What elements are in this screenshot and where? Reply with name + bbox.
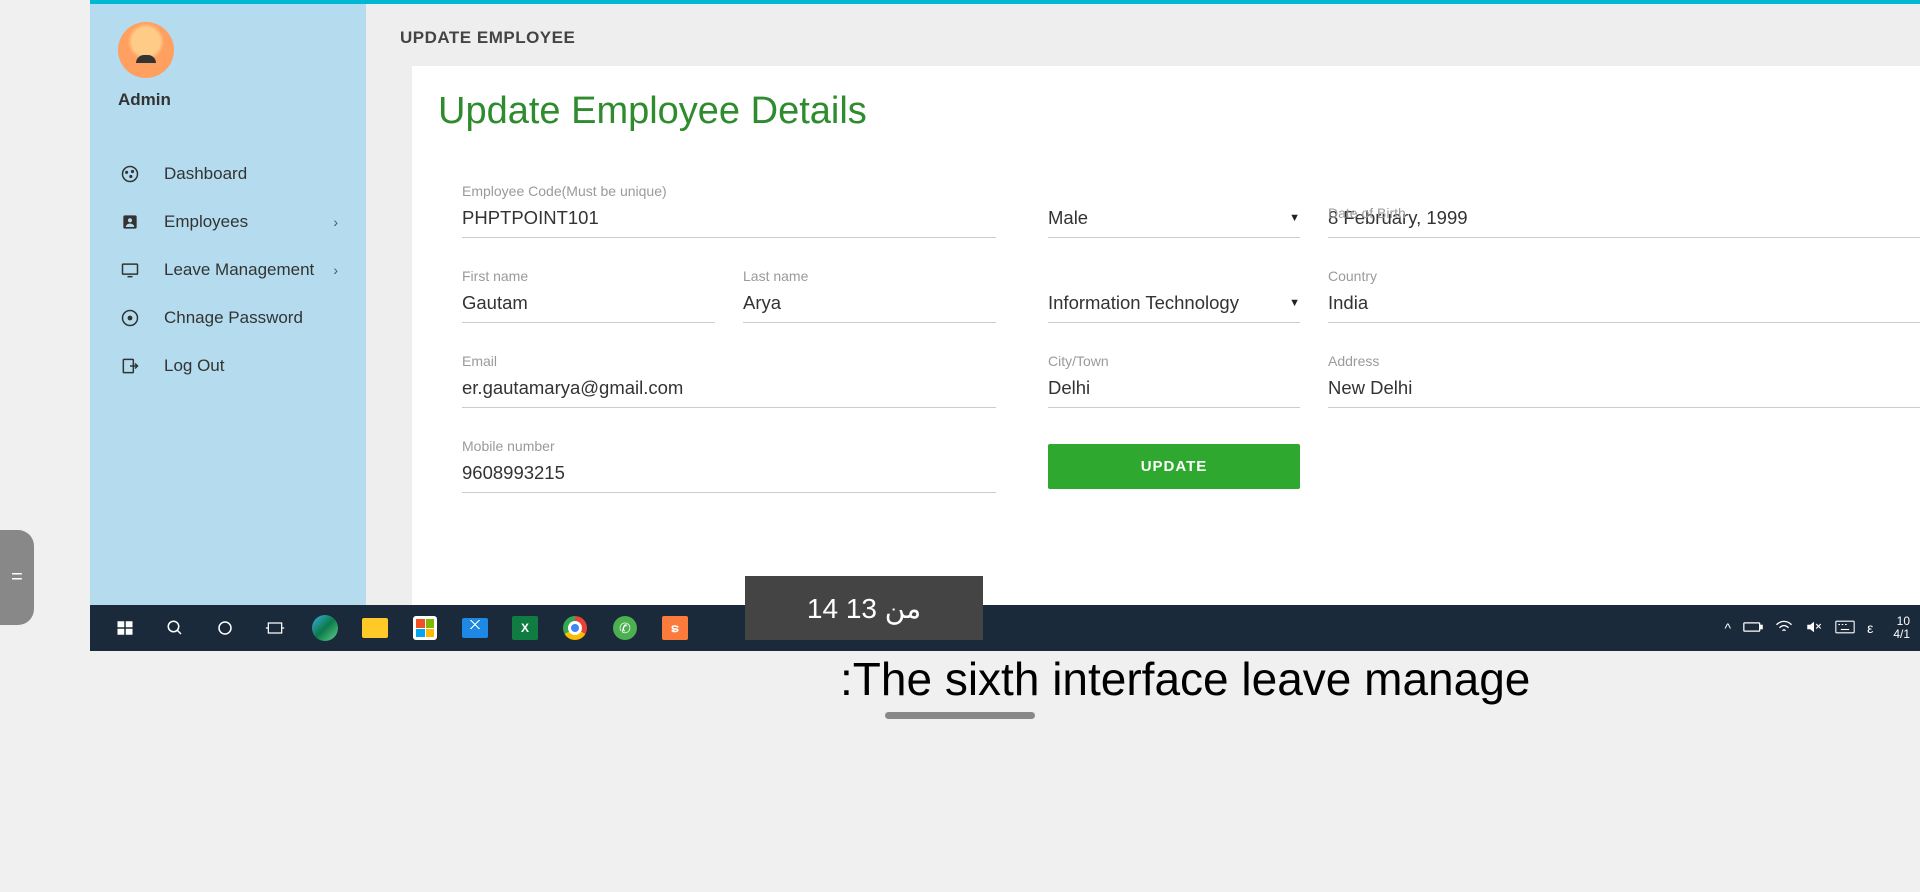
- first-name-label: First name: [462, 268, 715, 284]
- dob-input[interactable]: Date of Birth 8 February, 1999: [1328, 203, 1920, 238]
- city-label: City/Town: [1048, 353, 1300, 369]
- tray-chevron-icon[interactable]: ^: [1724, 620, 1731, 636]
- sidebar-item-employees[interactable]: Employees ›: [90, 198, 366, 246]
- microsoft-store-icon[interactable]: [400, 605, 450, 651]
- sidebar-item-leave-management[interactable]: Leave Management ›: [90, 246, 366, 294]
- sidebar-item-label: Chnage Password: [164, 308, 303, 328]
- form-card: Update Employee Details Employee Code(Mu…: [412, 66, 1920, 605]
- sidebar-item-dashboard[interactable]: Dashboard: [90, 150, 366, 198]
- last-name-input[interactable]: Arya: [743, 288, 996, 323]
- dropdown-arrow-icon: ▼: [1289, 212, 1300, 224]
- sidebar: Admin Dashboard Employees › Leave Manage…: [90, 4, 366, 605]
- update-button[interactable]: UPDATE: [1048, 444, 1300, 489]
- battery-icon[interactable]: [1743, 620, 1763, 636]
- sidebar-item-label: Employees: [164, 212, 248, 232]
- sidebar-item-label: Leave Management: [164, 260, 314, 280]
- chevron-right-icon: ›: [333, 262, 338, 278]
- language-indicator[interactable]: ε: [1867, 620, 1873, 636]
- side-handle[interactable]: =: [0, 530, 34, 625]
- sidebar-item-logout[interactable]: Log Out: [90, 342, 366, 390]
- gender-label: [1048, 183, 1300, 199]
- taskbar-clock[interactable]: 10 4/1: [1885, 615, 1910, 641]
- drag-handle[interactable]: [885, 712, 1035, 719]
- chevron-right-icon: ›: [333, 214, 338, 230]
- sidebar-item-change-password[interactable]: Chnage Password: [90, 294, 366, 342]
- xampp-icon[interactable]: ຣ: [650, 605, 700, 651]
- sidebar-item-label: Dashboard: [164, 164, 247, 184]
- bottom-scroll-handle: [0, 700, 1920, 730]
- sidebar-item-label: Log Out: [164, 356, 225, 376]
- avatar: [118, 22, 174, 78]
- start-button[interactable]: [100, 605, 150, 651]
- mobile-label: Mobile number: [462, 438, 996, 454]
- edge-icon[interactable]: [300, 605, 350, 651]
- emp-code-label: Employee Code(Must be unique): [462, 183, 996, 199]
- file-explorer-icon[interactable]: [350, 605, 400, 651]
- slide-caption: :The sixth interface leave manage: [840, 652, 1530, 706]
- app-window: Admin Dashboard Employees › Leave Manage…: [90, 0, 1920, 605]
- email-label: Email: [462, 353, 996, 369]
- logout-icon: [118, 354, 142, 378]
- email-input[interactable]: er.gautamarya@gmail.com: [462, 373, 996, 408]
- address-label: Address: [1328, 353, 1920, 369]
- keyboard-icon[interactable]: [1835, 620, 1855, 637]
- page-title: Update Employee Details: [438, 90, 1920, 133]
- address-input[interactable]: New Delhi: [1328, 373, 1920, 408]
- last-name-label: Last name: [743, 268, 996, 284]
- search-icon[interactable]: [150, 605, 200, 651]
- department-label: [1048, 268, 1300, 284]
- excel-icon[interactable]: X: [500, 605, 550, 651]
- country-input[interactable]: India: [1328, 288, 1920, 323]
- main-content: UPDATE EMPLOYEE Update Employee Details …: [366, 4, 1920, 605]
- page-counter-overlay: 14 من 13: [745, 576, 983, 640]
- monitor-icon: [118, 258, 142, 282]
- whatsapp-icon[interactable]: ✆: [600, 605, 650, 651]
- user-role-label: Admin: [118, 90, 366, 110]
- volume-muted-icon[interactable]: [1805, 619, 1823, 638]
- first-name-input[interactable]: Gautam: [462, 288, 715, 323]
- dob-label: [1328, 183, 1920, 199]
- dropdown-arrow-icon: ▼: [1289, 297, 1300, 309]
- person-icon: [118, 210, 142, 234]
- gender-select[interactable]: Male▼: [1048, 203, 1300, 238]
- chrome-icon[interactable]: [550, 605, 600, 651]
- windows-taskbar: X ✆ ຣ ^ ε 10 4/1: [90, 605, 1920, 651]
- city-input[interactable]: Delhi: [1048, 373, 1300, 408]
- breadcrumb: UPDATE EMPLOYEE: [366, 4, 1920, 66]
- emp-code-input[interactable]: PHPTPOINT101: [462, 203, 996, 238]
- mobile-input[interactable]: 9608993215: [462, 458, 996, 493]
- cortana-icon[interactable]: [200, 605, 250, 651]
- department-select[interactable]: Information Technology▼: [1048, 288, 1300, 323]
- task-view-icon[interactable]: [250, 605, 300, 651]
- wifi-icon[interactable]: [1775, 620, 1793, 637]
- system-tray: ^ ε 10 4/1: [1724, 615, 1910, 641]
- dashboard-icon: [118, 162, 142, 186]
- target-icon: [118, 306, 142, 330]
- country-label: Country: [1328, 268, 1920, 284]
- mail-icon[interactable]: [450, 605, 500, 651]
